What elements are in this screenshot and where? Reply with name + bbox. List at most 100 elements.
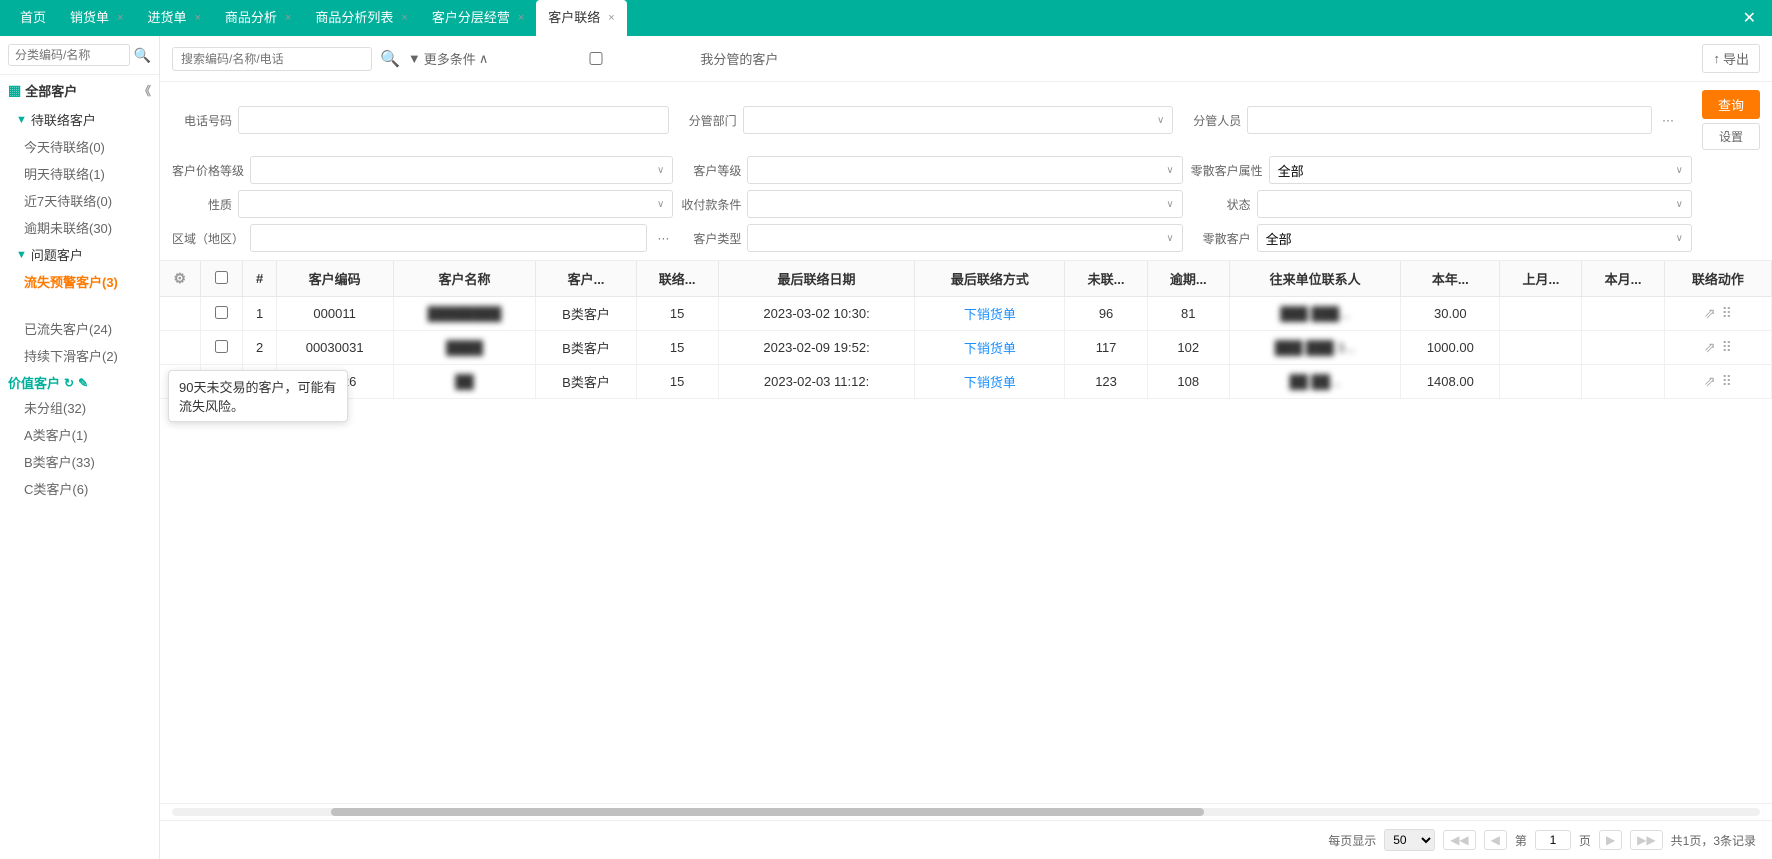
price-grade-select[interactable]: ∨ <box>250 156 673 184</box>
status-select[interactable]: ∨ <box>1257 190 1692 218</box>
close-icon[interactable]: × <box>194 0 200 36</box>
sidebar: 🔍 ▦ 全部客户 《 ▼ 待联络客户 今天待联络(0) 明天待联络(1) 近7天… <box>0 36 160 859</box>
sidebar-item-today[interactable]: 今天待联络(0) <box>0 133 159 160</box>
tab-analysis-list[interactable]: 商品分析列表 × <box>303 0 419 36</box>
chevron-down-icon: ∨ <box>1676 165 1683 176</box>
grid-action-icon[interactable]: ⠿ <box>1722 339 1732 356</box>
tab-home[interactable]: 首页 <box>8 0 58 36</box>
dept-select[interactable]: ∨ <box>743 106 1174 134</box>
row-last-method-2[interactable]: 下销货单 <box>915 365 1065 399</box>
close-icon[interactable]: × <box>117 0 123 36</box>
row-type-2: B类客户 <box>536 365 636 399</box>
search-input[interactable] <box>172 47 372 71</box>
query-button[interactable]: 查询 <box>1702 90 1760 119</box>
row-last-month-1 <box>1500 331 1582 365</box>
prev-page-button[interactable]: ◀ <box>1484 830 1507 850</box>
phone-input[interactable] <box>238 106 669 134</box>
link-icon[interactable]: ⇗ <box>1704 373 1716 390</box>
last-page-button[interactable]: ▶▶ <box>1630 830 1662 850</box>
horizontal-scrollbar[interactable] <box>160 803 1772 820</box>
sidebar-item-churned[interactable]: 已流失客户(24) <box>0 315 159 342</box>
row-uncontact-2: 123 <box>1065 365 1147 399</box>
close-icon[interactable]: × <box>285 0 291 36</box>
sidebar-category-pending[interactable]: ▼ 待联络客户 <box>0 106 159 133</box>
row-last-method-0[interactable]: 下销货单 <box>915 297 1065 331</box>
filter-phone: 电话号码 <box>172 106 669 134</box>
zero-attr-select[interactable]: 全部 ∨ <box>1269 156 1692 184</box>
gender-select[interactable]: ∨ <box>238 190 673 218</box>
sidebar-category-problem[interactable]: ▼ 问题客户 <box>0 241 159 268</box>
sidebar-item-ungrouped[interactable]: 未分组(32) <box>0 394 159 421</box>
sidebar-item-7days[interactable]: 近7天待联络(0) <box>0 187 159 214</box>
gender-label: 性质 <box>172 196 232 213</box>
window-close-button[interactable]: ✕ <box>1735 8 1764 28</box>
close-icon[interactable]: × <box>608 0 614 36</box>
grid-action-icon[interactable]: ⠿ <box>1722 305 1732 322</box>
sidebar-item-c-class[interactable]: C类客户(6) <box>0 475 159 502</box>
scrollbar-thumb[interactable] <box>331 808 1204 816</box>
filter-row-4: 区域（地区） ··· 客户类型 ∨ 零散客户 全部 <box>172 224 1760 252</box>
page-input[interactable] <box>1535 830 1571 850</box>
collapse-icon[interactable]: 《 <box>139 82 151 99</box>
sidebar-item-declining[interactable]: 持续下滑客户(2) <box>0 342 159 369</box>
last-method-link: 下销货单 <box>964 375 1016 390</box>
edit-icon[interactable]: ✎ <box>78 376 88 390</box>
settings-icon[interactable]: ⚙ <box>173 270 186 286</box>
row-checkbox[interactable] <box>215 340 228 353</box>
per-page-select[interactable]: 50 100 200 <box>1384 829 1435 851</box>
th-last-month: 上月... <box>1500 261 1582 297</box>
customer-type-select[interactable]: ∨ <box>747 224 1182 252</box>
chevron-down-icon: ∨ <box>1157 115 1164 126</box>
tab-analysis[interactable]: 商品分析 × <box>213 0 303 36</box>
th-settings[interactable]: ⚙ <box>160 261 200 297</box>
sidebar-item-b-class[interactable]: B类客户(33) <box>0 448 159 475</box>
row-code-1: 00030031 <box>276 331 393 365</box>
tab-sales[interactable]: 销货单 × <box>58 0 135 36</box>
next-page-button[interactable]: ▶ <box>1599 830 1622 850</box>
link-icon[interactable]: ⇗ <box>1704 339 1716 356</box>
payment-select[interactable]: ∨ <box>747 190 1182 218</box>
my-customer-checkbox[interactable] <box>496 52 696 65</box>
tab-customer-link[interactable]: 客户联络 × <box>536 0 626 36</box>
sidebar-item-a-class[interactable]: A类客户(1) <box>0 421 159 448</box>
filter-customer-grade: 客户等级 ∨ <box>681 156 1182 184</box>
filter-more-button[interactable]: ▼ 更多条件 ∧ <box>408 49 488 68</box>
row-contact-2: 15 <box>636 365 718 399</box>
row-checkbox[interactable] <box>215 306 228 319</box>
select-all-checkbox[interactable] <box>215 271 228 284</box>
filter-payment: 收付款条件 ∨ <box>681 190 1182 218</box>
dept-label: 分管部门 <box>677 112 737 129</box>
region-select[interactable] <box>250 224 647 252</box>
region-more-button[interactable]: ··· <box>653 231 673 245</box>
query-settings-buttons: 查询 设置 <box>1702 90 1760 150</box>
arrow-icon: ▼ <box>16 249 27 261</box>
filter-status: 状态 ∨ <box>1191 190 1692 218</box>
my-customer-checkbox-label[interactable]: 我分管的客户 <box>496 49 778 68</box>
sidebar-item-overdue[interactable]: 逾期未联络(30) <box>0 214 159 241</box>
link-icon[interactable]: ⇗ <box>1704 305 1716 322</box>
per-page-label: 每页显示 <box>1328 832 1376 849</box>
export-button[interactable]: ↑ 导出 <box>1702 44 1760 73</box>
row-last-method-1[interactable]: 下销货单 <box>915 331 1065 365</box>
close-icon[interactable]: × <box>401 0 407 36</box>
sidebar-item-churn-warning[interactable]: 流失预警客户(3) <box>0 268 159 295</box>
sidebar-value-customers-section: 价值客户 ↻ ✎ <box>0 369 159 394</box>
th-action: 联络动作 <box>1664 261 1771 297</box>
top-nav: 首页 销货单 × 进货单 × 商品分析 × 商品分析列表 × 客户分层经营 × … <box>0 0 1772 36</box>
manager-more-button[interactable]: ··· <box>1658 113 1678 127</box>
zero-customer-select[interactable]: 全部 ∨ <box>1257 224 1692 252</box>
refresh-icon[interactable]: ↻ <box>64 376 74 390</box>
phone-label: 电话号码 <box>172 112 232 129</box>
search-button[interactable]: 🔍 <box>380 49 400 69</box>
sidebar-item-tomorrow[interactable]: 明天待联络(1) <box>0 160 159 187</box>
grid-action-icon[interactable]: ⠿ <box>1722 373 1732 390</box>
tab-customer-tier[interactable]: 客户分层经营 × <box>420 0 536 36</box>
customer-grade-select[interactable]: ∨ <box>747 156 1182 184</box>
close-icon[interactable]: × <box>518 0 524 36</box>
sidebar-all-customers[interactable]: ▦ 全部客户 《 <box>0 75 159 106</box>
settings-button[interactable]: 设置 <box>1702 123 1760 150</box>
manager-select[interactable] <box>1247 106 1652 134</box>
tab-purchase[interactable]: 进货单 × <box>135 0 212 36</box>
sidebar-search-input[interactable] <box>8 44 130 66</box>
first-page-button[interactable]: ◀◀ <box>1443 830 1475 850</box>
